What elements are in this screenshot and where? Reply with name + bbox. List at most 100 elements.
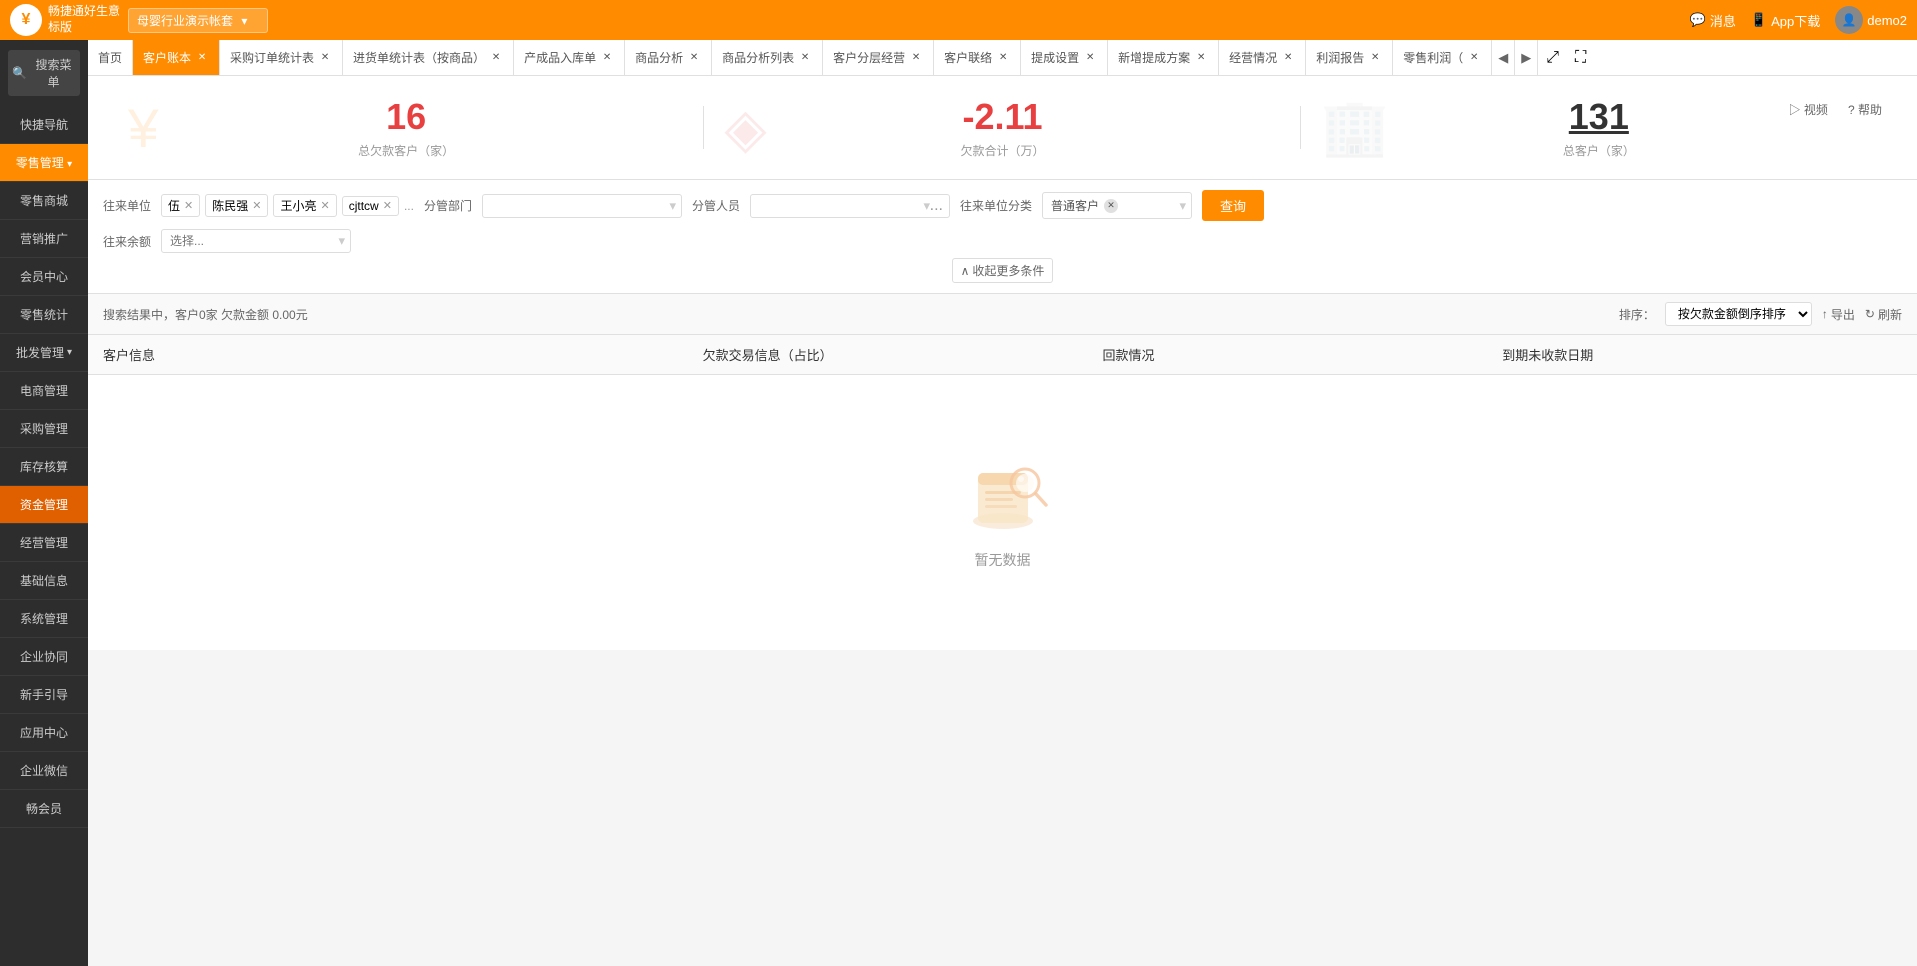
stat1-value: 16 (358, 96, 454, 138)
dept-input[interactable] (482, 194, 682, 218)
tab-close-goods-analysis[interactable]: ✕ (687, 51, 701, 65)
tab-goods-analysis-list[interactable]: 商品分析列表 ✕ (712, 40, 823, 75)
sidebar-item-marketing[interactable]: 营销推广 (0, 220, 88, 258)
tab-close-goods-analysis-list[interactable]: ✕ (798, 51, 812, 65)
tab-expand-btn[interactable]: ⤢ (1538, 40, 1567, 75)
sidebar-item-inventory[interactable]: 库存核算 (0, 448, 88, 486)
filter-row-1: 往来单位 伍 ✕ 陈民强 ✕ 王小亮 (103, 190, 1902, 221)
sidebar-item-ecommerce[interactable]: 电商管理 (0, 372, 88, 410)
unit-type-label: 往来单位分类 (960, 197, 1032, 214)
sidebar-item-retail-mall[interactable]: 零售商城 (0, 182, 88, 220)
balance-input[interactable] (161, 229, 351, 253)
tab-close-profit-report[interactable]: ✕ (1368, 51, 1382, 65)
unit-tag-wang-close[interactable]: ✕ (321, 199, 330, 212)
unit-tag-chen: 陈民强 ✕ (205, 194, 268, 217)
result-actions: 排序： 按欠款金额倒序排序 ↑ 导出 ↻ 刷新 (1619, 302, 1902, 326)
sort-label: 排序： (1619, 306, 1655, 323)
tab-customer-segment[interactable]: 客户分层经营 ✕ (823, 40, 934, 75)
unit-tag-cjttcw: cjttcw ✕ (342, 196, 399, 216)
person-filter-more-btn[interactable]: ... (927, 197, 946, 215)
page-content: ¥ 16 总欠款客户（家） ◈ -2.11 (88, 76, 1917, 966)
sidebar-item-app-center[interactable]: 应用中心 (0, 714, 88, 752)
tab-new-plan[interactable]: 新增提成方案 ✕ (1108, 40, 1219, 75)
user-avatar[interactable]: 👤 demo2 (1835, 6, 1907, 34)
logo-area: ¥ 畅捷通好生意 标版 (10, 4, 120, 36)
video-btn[interactable]: ▷ 视频 (1789, 101, 1828, 118)
result-bar: 搜索结果中，客户0家 欠款金额 0.00元 排序： 按欠款金额倒序排序 ↑ 导出… (88, 294, 1917, 335)
sidebar-item-finance[interactable]: 资金管理 (0, 486, 88, 524)
data-table: 客户信息 欠款交易信息（占比） 回款情况 到期未收款日期 (88, 335, 1917, 650)
tab-customer-balance[interactable]: 客户账本 ✕ (133, 40, 220, 75)
tab-remind-settings[interactable]: 提成设置 ✕ (1021, 40, 1108, 75)
unit-tag-cjttcw-close[interactable]: ✕ (383, 199, 392, 212)
unit-type-tag-close[interactable]: ✕ (1104, 199, 1118, 213)
tab-close-stock-stats[interactable]: ✕ (489, 51, 503, 65)
tab-close-remind-settings[interactable]: ✕ (1083, 51, 1097, 65)
balance-filter-wrapper: ▾ (161, 229, 351, 253)
unit-type-select[interactable]: 普通客户 ✕ (1042, 192, 1192, 219)
message-icon: 💬 (1690, 12, 1706, 28)
sidebar-item-member[interactable]: 会员中心 (0, 258, 88, 296)
unit-filter-label: 往来单位 (103, 197, 151, 214)
tab-goods-analysis[interactable]: 商品分析 ✕ (625, 40, 712, 75)
logo-text: 畅捷通好生意 标版 (48, 4, 120, 35)
collapse-btn[interactable]: ∧ 收起更多条件 (952, 258, 1054, 283)
tab-operations-status[interactable]: 经营情况 ✕ (1219, 40, 1306, 75)
sidebar-item-quick-nav[interactable]: 快捷导航 (0, 106, 88, 144)
avatar-img: 👤 (1835, 6, 1863, 34)
sidebar-item-batch-mgmt[interactable]: 批发管理 ▾ (0, 334, 88, 372)
chevron-icon: ▾ (67, 347, 72, 358)
sidebar-item-purchase[interactable]: 采购管理 (0, 410, 88, 448)
tab-prev-btn[interactable]: ◀ (1492, 40, 1515, 75)
app-download-btn[interactable]: 📱 App下载 (1751, 11, 1820, 30)
sidebar-item-basic-info[interactable]: 基础信息 (0, 562, 88, 600)
tab-stock-stats[interactable]: 进货单统计表（按商品） ✕ (343, 40, 514, 75)
unit-tags-more[interactable]: ... (404, 199, 414, 213)
tab-profit-report[interactable]: 利润报告 ✕ (1306, 40, 1393, 75)
tab-bar: 首页 客户账本 ✕ 采购订单统计表 ✕ 进货单统计表（按商品） ✕ 产成品入库单… (88, 40, 1917, 76)
person-input[interactable] (750, 194, 950, 218)
tab-next-btn[interactable]: ▶ (1515, 40, 1538, 75)
sidebar-search-area: 🔍 搜索菜单 (0, 40, 88, 106)
tab-cost-in[interactable]: 产成品入库单 ✕ (514, 40, 625, 75)
sidebar-item-enterprise[interactable]: 企业协同 (0, 638, 88, 676)
query-button[interactable]: 查询 (1202, 190, 1264, 221)
tab-retail-profit[interactable]: 零售利润（ ✕ (1393, 40, 1492, 75)
sidebar-item-vip[interactable]: 畅会员 (0, 790, 88, 828)
tab-home[interactable]: 首页 (88, 40, 133, 75)
help-btn[interactable]: ? 帮助 (1848, 101, 1882, 118)
tab-close-customer-segment[interactable]: ✕ (909, 51, 923, 65)
sidebar: 🔍 搜索菜单 快捷导航 零售管理 ▾ 零售商城 营销推广 会员中心 零售统计 (0, 40, 88, 966)
stat-total-debt: ◈ -2.11 欠款合计（万） (704, 91, 1300, 164)
main-layout: 🔍 搜索菜单 快捷导航 零售管理 ▾ 零售商城 营销推广 会员中心 零售统计 (0, 40, 1917, 966)
tab-close-new-plan[interactable]: ✕ (1194, 51, 1208, 65)
stats-bar: ¥ 16 总欠款客户（家） ◈ -2.11 (88, 76, 1917, 180)
tab-fullscreen-btn[interactable]: ⛶ (1567, 40, 1594, 75)
sidebar-item-system[interactable]: 系统管理 (0, 600, 88, 638)
account-dropdown[interactable]: 母婴行业演示帐套 ▾ (128, 8, 268, 33)
tab-purchase-order-stats[interactable]: 采购订单统计表 ✕ (220, 40, 343, 75)
refresh-btn[interactable]: ↻ 刷新 (1865, 306, 1902, 323)
person-filter-label: 分管人员 (692, 197, 740, 214)
sidebar-item-retail-stats[interactable]: 零售统计 (0, 296, 88, 334)
sidebar-item-new-guide[interactable]: 新手引导 (0, 676, 88, 714)
search-menu-button[interactable]: 🔍 搜索菜单 (8, 50, 80, 96)
stat1-bg-icon: ¥ (128, 96, 159, 160)
unit-tag-wu-close[interactable]: ✕ (184, 199, 193, 212)
tab-close-customer-contact[interactable]: ✕ (996, 51, 1010, 65)
unit-tag-wang: 王小亮 ✕ (273, 194, 336, 217)
sidebar-item-retail-mgmt[interactable]: 零售管理 ▾ (0, 144, 88, 182)
tab-customer-contact[interactable]: 客户联络 ✕ (934, 40, 1021, 75)
sidebar-item-operations[interactable]: 经营管理 (0, 524, 88, 562)
sort-select[interactable]: 按欠款金额倒序排序 (1665, 302, 1812, 326)
col-customer-info: 客户信息 (103, 345, 703, 364)
tab-close-operations-status[interactable]: ✕ (1281, 51, 1295, 65)
export-btn[interactable]: ↑ 导出 (1822, 306, 1855, 323)
tab-close-retail-profit[interactable]: ✕ (1467, 51, 1481, 65)
tab-close-customer-balance[interactable]: ✕ (195, 51, 209, 65)
unit-tag-chen-close[interactable]: ✕ (252, 199, 261, 212)
messages-btn[interactable]: 💬 消息 (1690, 11, 1736, 30)
sidebar-item-wechat[interactable]: 企业微信 (0, 752, 88, 790)
tab-close-cost-in[interactable]: ✕ (600, 51, 614, 65)
tab-close-purchase-order-stats[interactable]: ✕ (318, 51, 332, 65)
